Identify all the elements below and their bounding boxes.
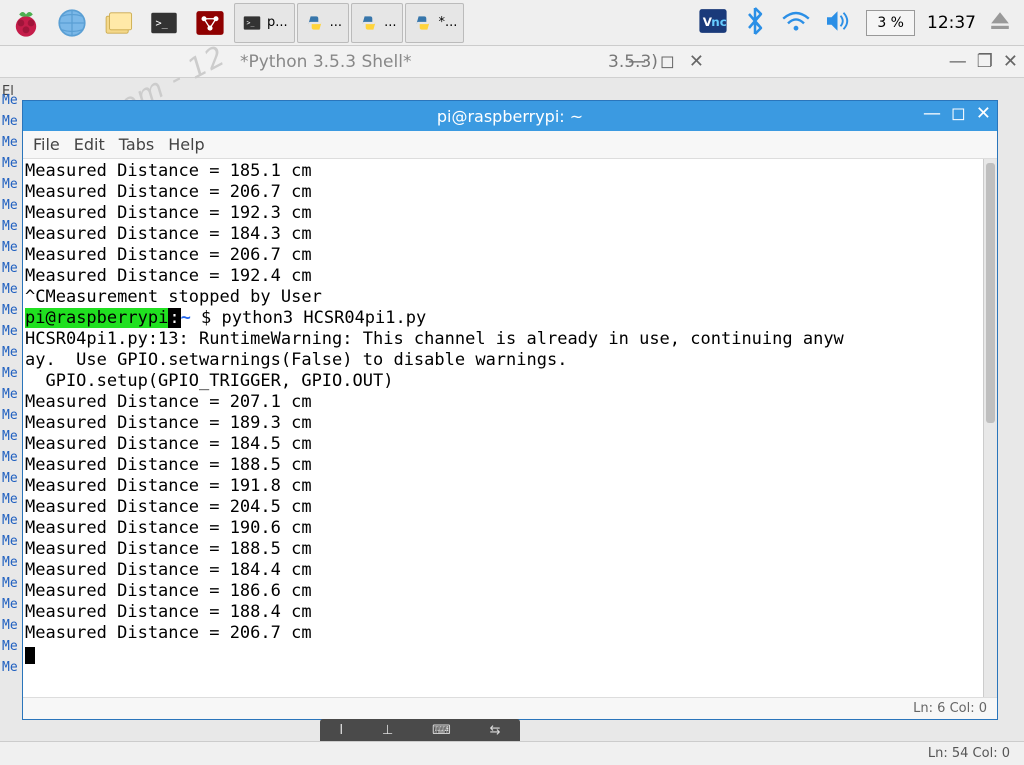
kb-icon[interactable]: ⌨ bbox=[432, 723, 451, 738]
menu-edit[interactable]: Edit bbox=[74, 135, 105, 154]
taskbar-task-terminal[interactable]: >_ p... bbox=[234, 3, 295, 43]
taskbar-task-python2[interactable]: ... bbox=[351, 3, 403, 43]
cursor-position: Ln: 6 Col: 0 bbox=[913, 701, 987, 716]
volume-icon[interactable] bbox=[824, 8, 854, 38]
kb-icon[interactable]: ⇆ bbox=[490, 723, 501, 738]
wifi-icon[interactable] bbox=[780, 8, 812, 38]
terminal-scrollbar[interactable] bbox=[983, 159, 997, 697]
eject-icon[interactable] bbox=[988, 9, 1012, 37]
kb-icon[interactable]: ⊥ bbox=[382, 723, 393, 738]
minimize-icon[interactable]: — bbox=[949, 51, 967, 72]
terminal-menubar: File Edit Tabs Help bbox=[23, 131, 997, 159]
menu-tabs[interactable]: Tabs bbox=[119, 135, 154, 154]
vnc-icon[interactable]: Vnc bbox=[696, 4, 730, 42]
terminal-window: pi@raspberrypi: ~ — ◻ ✕ File Edit Tabs H… bbox=[22, 100, 998, 720]
shell-title: *Python 3.5.3 Shell* bbox=[240, 52, 411, 72]
terminal-statusbar: Ln: 6 Col: 0 bbox=[23, 697, 997, 719]
terminal-launcher-icon[interactable]: >_ bbox=[142, 3, 186, 43]
maximize-icon[interactable]: ◻ bbox=[951, 103, 966, 124]
file-manager-icon[interactable] bbox=[96, 3, 140, 43]
menu-help[interactable]: Help bbox=[168, 135, 204, 154]
outer-cursor-position: Ln: 54 Col: 0 bbox=[928, 746, 1010, 761]
scrollbar-thumb[interactable] bbox=[986, 163, 995, 423]
close-icon[interactable]: ✕ bbox=[689, 51, 704, 72]
terminal-title-text: pi@raspberrypi: ~ bbox=[437, 107, 583, 126]
close-icon[interactable]: ✕ bbox=[1003, 51, 1018, 72]
taskbar-task-python3[interactable]: *... bbox=[405, 3, 464, 43]
close-icon[interactable]: ✕ bbox=[976, 103, 991, 124]
node-red-icon[interactable] bbox=[188, 3, 232, 43]
battery-indicator[interactable]: 3 % bbox=[866, 10, 915, 36]
svg-text:>_: >_ bbox=[247, 19, 255, 27]
background-line-prefixes: Me Me Me Me Me Me Me Me Me Me Me Me Me M… bbox=[2, 90, 22, 678]
clock[interactable]: 12:37 bbox=[927, 13, 976, 33]
raspberry-menu-icon[interactable] bbox=[4, 3, 48, 43]
task-label: ... bbox=[330, 15, 342, 30]
svg-text:>_: >_ bbox=[156, 18, 169, 29]
terminal-output[interactable]: Measured Distance = 185.1 cm Measured Di… bbox=[23, 159, 983, 697]
background-version-text: 3.5.3) bbox=[608, 52, 658, 72]
bluetooth-icon[interactable] bbox=[742, 6, 768, 40]
svg-text:nc: nc bbox=[712, 15, 728, 29]
task-label: *... bbox=[438, 15, 457, 30]
system-tray: Vnc 3 % 12:37 bbox=[688, 4, 1020, 42]
kb-icon[interactable]: I bbox=[339, 723, 343, 738]
terminal-titlebar[interactable]: pi@raspberrypi: ~ — ◻ ✕ bbox=[23, 101, 997, 131]
outer-statusbar: Ln: 54 Col: 0 bbox=[0, 741, 1024, 765]
task-label: p... bbox=[267, 15, 288, 30]
menu-file[interactable]: File bbox=[33, 135, 60, 154]
taskbar-task-python1[interactable]: ... bbox=[297, 3, 349, 43]
restore-icon[interactable]: ❐ bbox=[977, 51, 993, 72]
maximize-icon[interactable]: ◻ bbox=[660, 51, 675, 72]
minimize-icon[interactable]: — bbox=[923, 103, 941, 124]
taskbar: >_ >_ p... ... ... *... Vnc 3 % 12:37 bbox=[0, 0, 1024, 46]
web-browser-icon[interactable] bbox=[50, 3, 94, 43]
onscreen-keyboard-bar[interactable]: I ⊥ ⌨ ⇆ bbox=[320, 719, 520, 741]
background-window-titlebar: *Python 3.5.3 Shell* — ◻ ✕ 3.5.3) — ❐ ✕ bbox=[0, 46, 1024, 78]
task-label: ... bbox=[384, 15, 396, 30]
